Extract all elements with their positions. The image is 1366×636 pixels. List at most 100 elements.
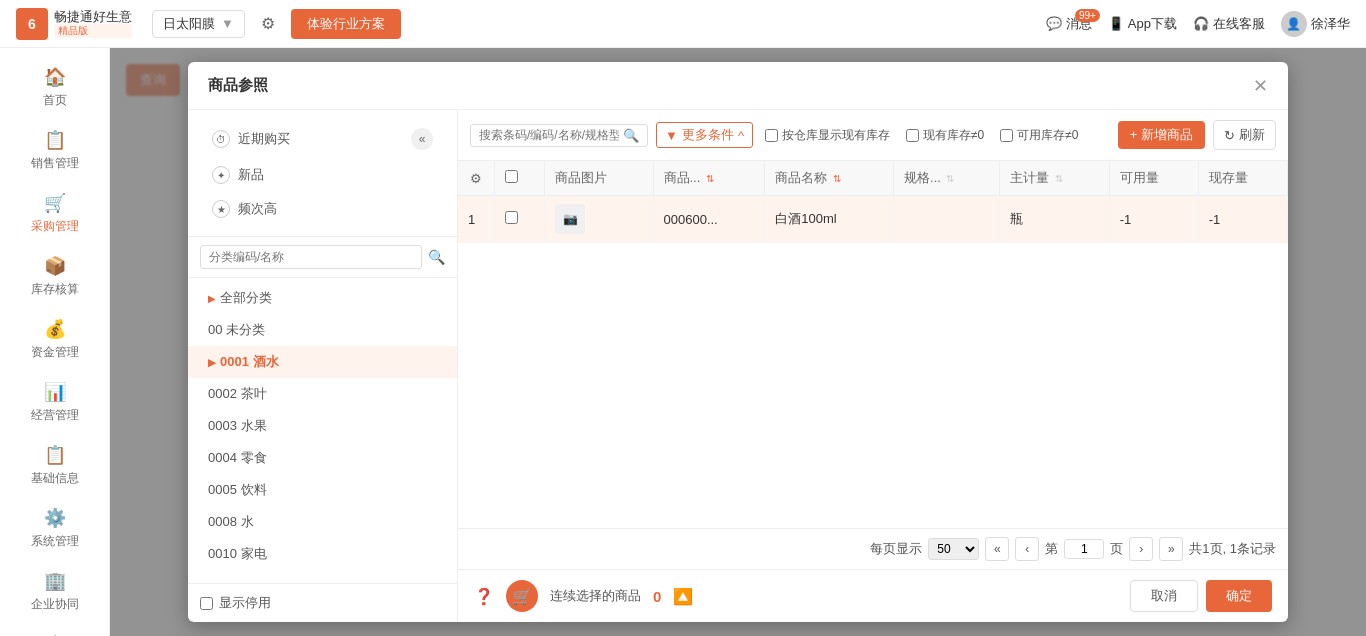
col-image: 商品图片 xyxy=(545,161,653,196)
user-avatar: 👤 xyxy=(1281,11,1307,37)
nav-message[interactable]: 💬 消息 99+ xyxy=(1046,15,1092,33)
cart-button[interactable]: 🛒 xyxy=(506,580,538,612)
product-reference-modal: 商品参照 ✕ ⏱ 近期购买 « xyxy=(188,62,1288,622)
category-0001[interactable]: ▶ 0001 酒水 xyxy=(188,346,457,378)
sidebar-item-inventory[interactable]: 📦 库存核算 xyxy=(0,245,109,308)
sidebar-item-newbie[interactable]: 🎓 新手引导 xyxy=(0,623,109,636)
enterprise-icon: 🏢 xyxy=(44,570,66,592)
row-code: 000600... xyxy=(653,196,765,243)
table-row[interactable]: 1 📷 000600... 白酒100ml 瓶 xyxy=(458,196,1288,243)
category-0004[interactable]: 0004 零食 xyxy=(188,442,457,474)
sidebar-item-label: 基础信息 xyxy=(31,470,79,487)
prev-page-btn[interactable]: ‹ xyxy=(1015,537,1039,561)
modal-close-button[interactable]: ✕ xyxy=(1253,77,1268,95)
collapse-btn[interactable]: « xyxy=(411,128,433,150)
check-current-stock[interactable]: 现有库存≠0 xyxy=(906,127,984,144)
quick-access-new[interactable]: ✦ 新品 xyxy=(200,158,445,192)
check-warehouse[interactable]: 按仓库显示现有库存 xyxy=(765,127,890,144)
row-spec xyxy=(894,196,1000,243)
operations-icon: 📊 xyxy=(44,381,66,403)
col-name[interactable]: 商品名称 ⇅ xyxy=(765,161,894,196)
check-available-stock[interactable]: 可用库存≠0 xyxy=(1000,127,1078,144)
system-icon: ⚙️ xyxy=(44,507,66,529)
category-0002[interactable]: 0002 茶叶 xyxy=(188,378,457,410)
logo-text: 畅捷通好生意 精品版 xyxy=(54,9,132,39)
quick-access-section: ⏱ 近期购买 « ✦ 新品 ★ 频次高 xyxy=(188,110,457,237)
sidebar-item-purchase[interactable]: 🛒 采购管理 xyxy=(0,182,109,245)
row-available: -1 xyxy=(1109,196,1198,243)
content-area: 查询 设置 刷新 商品参照 ✕ xyxy=(110,48,1366,636)
refresh-icon: ↻ xyxy=(1224,128,1235,143)
product-search-input[interactable] xyxy=(479,128,619,142)
page-unit: 页 xyxy=(1110,540,1123,558)
nav-right: 💬 消息 99+ 📱 App下载 🎧 在线客服 👤 徐泽华 xyxy=(1046,11,1350,37)
category-0005[interactable]: 0005 饮料 xyxy=(188,474,457,506)
table-settings-col[interactable]: ⚙ xyxy=(458,161,494,196)
modal-title: 商品参照 xyxy=(208,76,268,95)
sidebar-item-label: 企业协同 xyxy=(31,596,79,613)
main-layout: 🏠 首页 📋 销售管理 🛒 采购管理 📦 库存核算 💰 资金管理 📊 经营管理 … xyxy=(0,48,1366,636)
modal-left-panel: ⏱ 近期购买 « ✦ 新品 ★ 频次高 xyxy=(188,110,458,622)
category-all[interactable]: ▶ 全部分类 xyxy=(188,282,457,314)
category-00[interactable]: 00 未分类 xyxy=(188,314,457,346)
filter-more-btn[interactable]: ▼ 更多条件 ^ xyxy=(656,122,753,148)
col-spec[interactable]: 规格... ⇅ xyxy=(894,161,1000,196)
row-stock: -1 xyxy=(1198,196,1287,243)
code-sort-icon: ⇅ xyxy=(706,173,714,184)
last-page-btn[interactable]: » xyxy=(1159,537,1183,561)
sidebar-item-label: 首页 xyxy=(43,92,67,109)
experience-btn[interactable]: 体验行业方案 xyxy=(291,9,401,39)
sales-icon: 📋 xyxy=(44,129,66,151)
col-unit[interactable]: 主计量 ⇅ xyxy=(1000,161,1109,196)
product-search-row: 🔍 xyxy=(470,124,648,147)
sidebar-item-basic[interactable]: 📋 基础信息 xyxy=(0,434,109,497)
sidebar-item-enterprise[interactable]: 🏢 企业协同 xyxy=(0,560,109,623)
category-0010[interactable]: 0010 家电 xyxy=(188,538,457,570)
modal-footer: ❓ 🛒 连续选择的商品 0 🔼 取消 确定 xyxy=(458,569,1288,622)
col-code[interactable]: 商品... ⇅ xyxy=(653,161,765,196)
recent-icon: ⏱ xyxy=(212,130,230,148)
sidebar-item-operations[interactable]: 📊 经营管理 xyxy=(0,371,109,434)
product-search-icon[interactable]: 🔍 xyxy=(623,128,639,143)
select-all-checkbox[interactable] xyxy=(505,170,518,183)
per-page-select[interactable]: 50 10 20 100 xyxy=(928,538,979,560)
quick-access-recent[interactable]: ⏱ 近期购买 « xyxy=(200,120,445,158)
add-product-btn[interactable]: + 新增商品 xyxy=(1118,121,1205,149)
cancel-button[interactable]: 取消 xyxy=(1130,580,1198,612)
next-page-btn[interactable]: › xyxy=(1129,537,1153,561)
help-icon[interactable]: ❓ xyxy=(474,587,494,606)
nav-app-download[interactable]: 📱 App下载 xyxy=(1108,15,1177,33)
category-search-input[interactable] xyxy=(200,245,422,269)
first-page-btn[interactable]: « xyxy=(985,537,1009,561)
nav-dropdown[interactable]: 日太阳膜 ▼ xyxy=(152,10,245,38)
settings-icon[interactable]: ⚙ xyxy=(253,9,283,39)
star-icon: ★ xyxy=(212,200,230,218)
sidebar: 🏠 首页 📋 销售管理 🛒 采购管理 📦 库存核算 💰 资金管理 📊 经营管理 … xyxy=(0,48,110,636)
home-icon: 🏠 xyxy=(44,66,66,88)
sidebar-item-home[interactable]: 🏠 首页 xyxy=(0,56,109,119)
show-disabled-section: 显示停用 xyxy=(188,583,457,622)
sidebar-item-label: 资金管理 xyxy=(31,344,79,361)
confirm-button[interactable]: 确定 xyxy=(1206,580,1272,612)
collapse-footer-icon[interactable]: 🔼 xyxy=(673,587,693,606)
nav-online-service[interactable]: 🎧 在线客服 xyxy=(1193,15,1265,33)
table-checkbox-col[interactable] xyxy=(494,161,545,196)
sidebar-item-label: 系统管理 xyxy=(31,533,79,550)
page-label: 第 xyxy=(1045,540,1058,558)
show-disabled-checkbox[interactable] xyxy=(200,597,213,610)
sidebar-item-system[interactable]: ⚙️ 系统管理 xyxy=(0,497,109,560)
quick-access-frequent[interactable]: ★ 频次高 xyxy=(200,192,445,226)
nav-user[interactable]: 👤 徐泽华 xyxy=(1281,11,1350,37)
page-input[interactable] xyxy=(1064,539,1104,559)
sidebar-item-sales[interactable]: 📋 销售管理 xyxy=(0,119,109,182)
category-0008[interactable]: 0008 水 xyxy=(188,506,457,538)
category-search-icon[interactable]: 🔍 xyxy=(428,249,445,265)
inventory-icon: 📦 xyxy=(44,255,66,277)
col-available: 可用量 xyxy=(1109,161,1198,196)
sidebar-item-finance[interactable]: 💰 资金管理 xyxy=(0,308,109,371)
category-0003[interactable]: 0003 水果 xyxy=(188,410,457,442)
refresh-btn[interactable]: ↻ 刷新 xyxy=(1213,120,1276,150)
row-name: 白酒100ml xyxy=(765,196,894,243)
logo-icon: 6 xyxy=(16,8,48,40)
row-checkbox[interactable] xyxy=(494,196,545,243)
